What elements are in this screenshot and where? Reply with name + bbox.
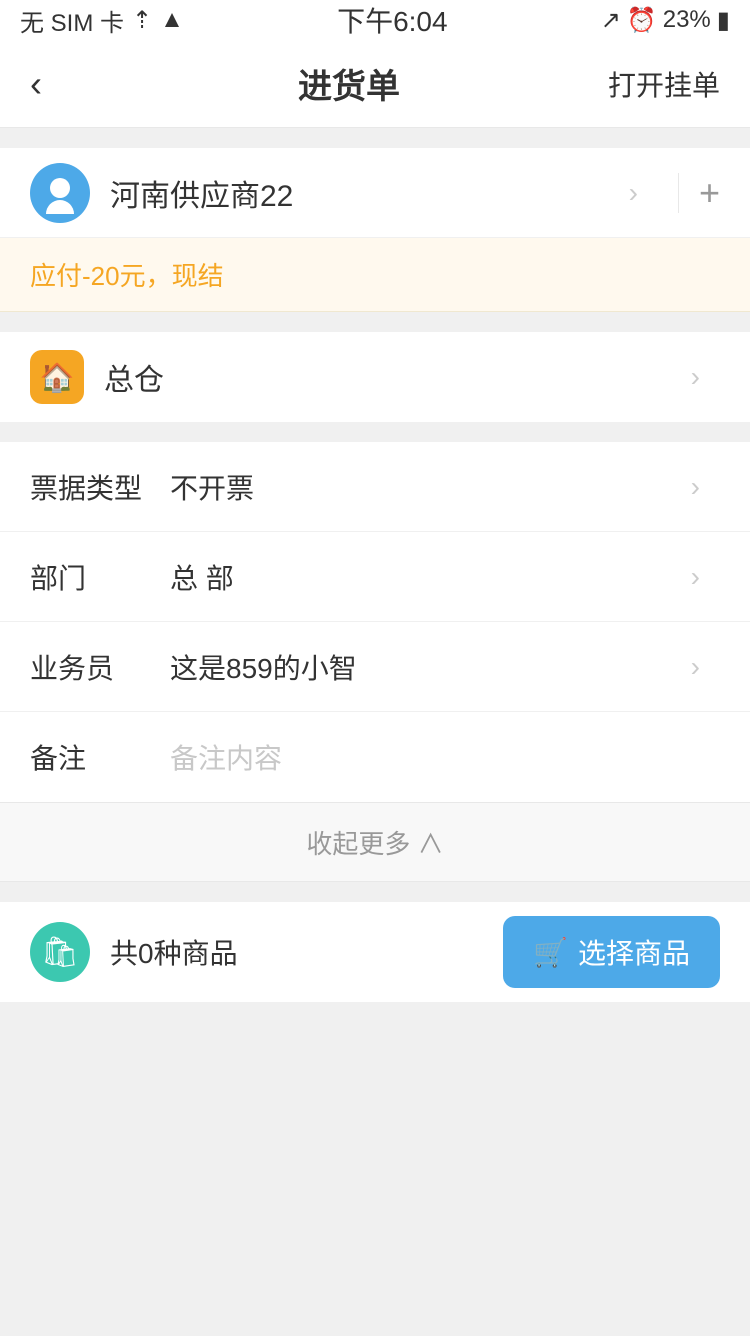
department-label: 部门 (30, 557, 150, 597)
remark-label: 备注 (30, 737, 150, 777)
status-left: 无 SIM 卡 ⇡ ▲ (20, 3, 184, 38)
remark-row[interactable]: 备注 备注内容 (0, 712, 750, 802)
collapse-label: 收起更多 ∧ (306, 824, 443, 861)
add-supplier-button[interactable]: + (699, 172, 720, 214)
product-bag-icon: 🛍 (30, 922, 90, 982)
warehouse-name: 总仓 (104, 355, 691, 399)
department-value: 总 部 (150, 557, 691, 597)
carrier-text: 无 SIM 卡 (20, 3, 124, 38)
signal-icon: ▲ (160, 6, 184, 34)
salesperson-row[interactable]: 业务员 这是859的小智 › (0, 622, 750, 712)
warehouse-section[interactable]: 🏠 总仓 › (0, 332, 750, 422)
salesperson-value: 这是859的小智 (150, 647, 691, 687)
section-divider-1 (0, 128, 750, 148)
bag-symbol: 🛍 (41, 935, 79, 970)
notice-text: 应付-20元，现结 (30, 261, 224, 291)
supplier-name: 河南供应商22 (110, 171, 629, 215)
supplier-chevron-icon: › (629, 177, 638, 209)
supplier-divider (678, 173, 679, 213)
battery-text: 23% (663, 6, 711, 34)
open-pending-button[interactable]: 打开挂单 (608, 64, 720, 104)
product-count-label: 共0种商品 (110, 932, 503, 972)
location-icon: ↗ (601, 6, 621, 35)
invoice-type-row[interactable]: 票据类型 不开票 › (0, 442, 750, 532)
remark-input[interactable]: 备注内容 (150, 737, 720, 777)
salesperson-chevron-icon: › (691, 651, 700, 683)
invoice-type-value: 不开票 (150, 467, 691, 507)
select-product-label: 选择商品 (578, 932, 690, 972)
back-button[interactable]: ‹ (30, 63, 90, 105)
collapse-row[interactable]: 收起更多 ∧ (0, 802, 750, 882)
select-product-button[interactable]: 🛒 选择商品 (503, 916, 720, 988)
invoice-type-chevron-icon: › (691, 471, 700, 503)
battery-icon: ▮ (717, 6, 730, 35)
department-row[interactable]: 部门 总 部 › (0, 532, 750, 622)
bottom-bar: 🛍 共0种商品 🛒 选择商品 (0, 902, 750, 1002)
status-right: ↗ ⏰ 23% ▮ (601, 6, 730, 35)
warehouse-icon-bg: 🏠 (30, 350, 84, 404)
status-time: 下午6:04 (337, 0, 448, 40)
department-chevron-icon: › (691, 561, 700, 593)
person-icon (45, 178, 75, 208)
form-section: 票据类型 不开票 › 部门 总 部 › 业务员 这是859的小智 › 备注 备注… (0, 442, 750, 802)
supplier-section[interactable]: 河南供应商22 › + (0, 148, 750, 238)
background-fill (0, 1002, 750, 1336)
supplier-avatar (30, 163, 90, 223)
status-bar: 无 SIM 卡 ⇡ ▲ 下午6:04 ↗ ⏰ 23% ▮ (0, 0, 750, 40)
alarm-icon: ⏰ (627, 6, 657, 35)
warehouse-chevron-icon: › (691, 361, 700, 393)
invoice-type-label: 票据类型 (30, 467, 150, 507)
nav-bar: ‹ 进货单 打开挂单 (0, 40, 750, 128)
salesperson-label: 业务员 (30, 647, 150, 687)
notice-banner: 应付-20元，现结 (0, 238, 750, 312)
page-title: 进货单 (298, 59, 400, 108)
house-icon: 🏠 (40, 361, 75, 394)
wifi-icon: ⇡ (132, 6, 152, 35)
select-product-icon: 🛒 (533, 936, 568, 969)
